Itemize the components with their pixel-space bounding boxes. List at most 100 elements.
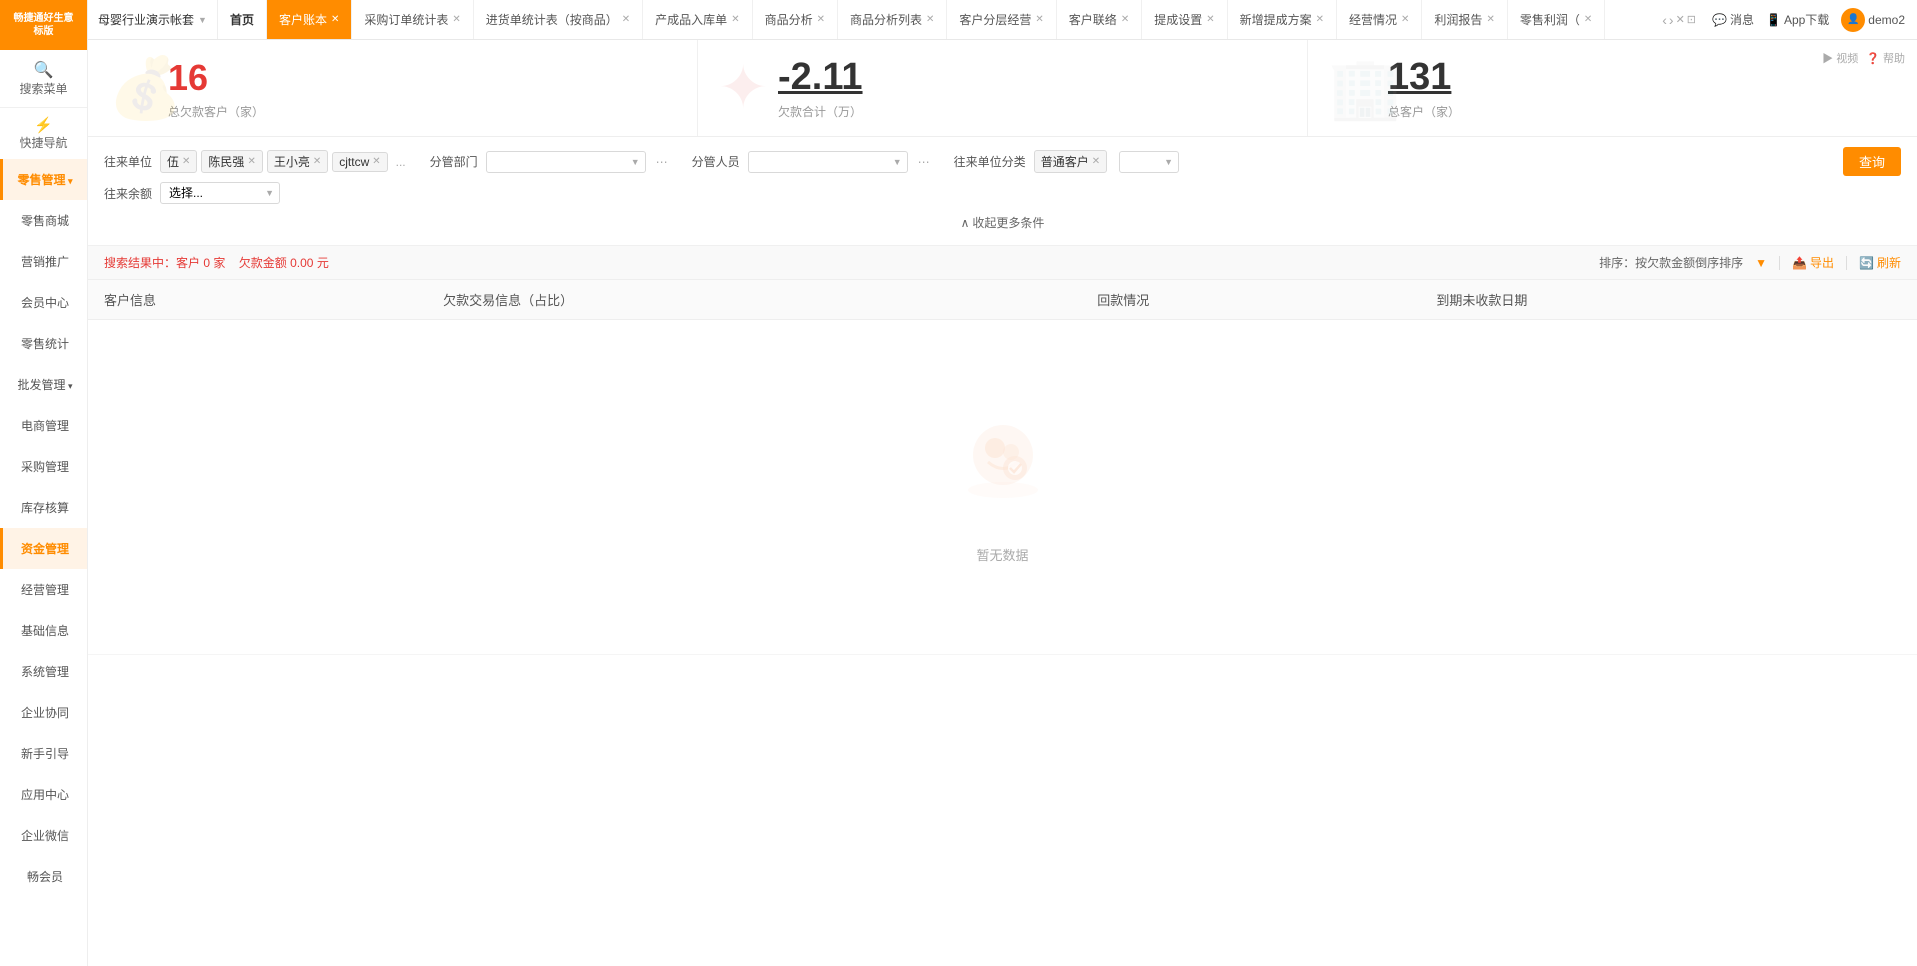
sidebar-item-retail-mgmt[interactable]: 零售管理 ▾ — [0, 159, 87, 200]
nav-tab-profit-report[interactable]: 利润报告✕ — [1422, 0, 1507, 39]
nav-tab-customer-tier[interactable]: 客户分层经营✕ — [947, 0, 1056, 39]
sidebar-item-wholesale-mgmt[interactable]: 批发管理 ▾ — [0, 364, 87, 405]
filter-label-unit-type: 往来单位分类 — [954, 153, 1026, 170]
sidebar-item-purchase-mgmt[interactable]: 采购管理 — [0, 446, 87, 487]
sidebar-item-member-center[interactable]: 会员中心 — [0, 282, 87, 323]
unit-type-tag-close[interactable]: ✕ — [1092, 156, 1100, 167]
result-actions: 排序：按欠款金额倒序排序 ▼ 📤 导出 🔄 刷新 — [1599, 254, 1901, 271]
app-download-btn[interactable]: 📱 App下载 — [1766, 11, 1829, 28]
nav-tab-retail-profit[interactable]: 零售利润（✕ — [1508, 0, 1605, 39]
sidebar-item-basic-info[interactable]: 基础信息 — [0, 610, 87, 651]
sidebar-item-member-vip[interactable]: 畅会员 — [0, 856, 87, 897]
nav-tab-close-customer-account[interactable]: ✕ — [331, 14, 339, 25]
filter-label-unit: 往来单位 — [104, 153, 152, 170]
nav-tab-close-profit-report[interactable]: ✕ — [1486, 14, 1494, 25]
nav-tab-close-product-analysis-list[interactable]: ✕ — [926, 14, 934, 25]
nav-tab-close-customer-contact[interactable]: ✕ — [1121, 14, 1129, 25]
nav-tab-close-product-in[interactable]: ✕ — [731, 14, 739, 25]
sidebar-item-retail-mall[interactable]: 零售商城 — [0, 200, 87, 241]
divider-1 — [1779, 256, 1780, 270]
nav-tab-close-purchase-order-summary[interactable]: ✕ — [452, 14, 460, 25]
help-doc-btn[interactable]: ❓ 帮助 — [1866, 50, 1905, 66]
app-download-label: App下载 — [1784, 11, 1829, 28]
person-select[interactable] — [748, 151, 908, 173]
nav-tab-home[interactable]: 首页 — [218, 0, 267, 39]
unit-type-select[interactable] — [1119, 151, 1179, 173]
message-icon: 💬 — [1712, 13, 1727, 27]
result-unit: 家 — [213, 256, 225, 270]
sidebar-item-app-center[interactable]: 应用中心 — [0, 774, 87, 815]
sidebar-item-enterprise-collab[interactable]: 企业协同 — [0, 692, 87, 733]
unit-tag-label: cjttcw — [339, 155, 369, 169]
filter-more-btn[interactable]: ... — [396, 155, 406, 169]
dept-select[interactable] — [486, 151, 646, 173]
workspace-chevron: ▼ — [198, 15, 207, 25]
sidebar-item-marketing[interactable]: 营销推广 — [0, 241, 87, 282]
sidebar-item-business-mgmt[interactable]: 经营管理 — [0, 569, 87, 610]
query-button[interactable]: 查询 — [1843, 147, 1901, 176]
help-icon: ❓ — [1866, 53, 1880, 65]
nav-tab-close-business-status[interactable]: ✕ — [1401, 14, 1409, 25]
person-expand-icon[interactable]: ⋯ — [918, 155, 930, 169]
sidebar-quick-nav[interactable]: ⚡ 快捷导航 — [0, 108, 87, 159]
unit-tag-close[interactable]: ✕ — [372, 156, 380, 167]
nav-tab-close-retail-profit[interactable]: ✕ — [1584, 14, 1592, 25]
nav-tab-customer-account[interactable]: 客户账本✕ — [267, 0, 352, 39]
sidebar-item-system-mgmt[interactable]: 系统管理 — [0, 651, 87, 692]
user-profile[interactable]: 👤 demo2 — [1841, 8, 1905, 32]
empty-state: 暂无数据 — [104, 330, 1901, 644]
sidebar-item-capital-mgmt[interactable]: 资金管理 — [0, 528, 87, 569]
nav-tab-customer-contact[interactable]: 客户联络✕ — [1057, 0, 1142, 39]
result-info: 搜索结果中：客户 0 家 欠款金额 0.00 元 排序：按欠款金额倒序排序 ▼ … — [88, 246, 1917, 280]
nav-tab-business-status[interactable]: 经营情况✕ — [1337, 0, 1422, 39]
collapse-btn[interactable]: ∧ 收起更多条件 — [961, 214, 1045, 231]
unit-tag-close[interactable]: ✕ — [313, 156, 321, 167]
sidebar-item-inventory-check[interactable]: 库存核算 — [0, 487, 87, 528]
nav-tab-promotion-settings[interactable]: 提成设置✕ — [1142, 0, 1227, 39]
stat-bg-icon-2: ✦ — [718, 53, 768, 123]
nav-tab-close-new-promotion-plan[interactable]: ✕ — [1316, 14, 1324, 25]
sort-chevron[interactable]: ▼ — [1755, 256, 1767, 270]
result-text: 搜索结果中：客户 0 家 欠款金额 0.00 元 — [104, 254, 329, 271]
nav-tab-close-product-analysis[interactable]: ✕ — [817, 14, 825, 25]
help-video-btn[interactable]: ▶ 视频 — [1822, 50, 1858, 66]
refresh-btn[interactable]: 🔄 刷新 — [1859, 254, 1901, 271]
dept-expand-icon[interactable]: ⋯ — [656, 155, 668, 169]
unit-type-tag: 普通客户 ✕ — [1034, 150, 1107, 173]
nav-tab-purchase-order-summary[interactable]: 采购订单统计表✕ — [352, 0, 473, 39]
app-logo[interactable]: 畅捷通好生意 标版 — [0, 0, 87, 50]
nav-tab-stock-in-summary[interactable]: 进货单统计表（按商品）✕ — [474, 0, 643, 39]
sidebar-search[interactable]: 🔍 搜索菜单 — [0, 50, 87, 108]
export-btn[interactable]: 📤 导出 — [1792, 254, 1834, 271]
result-debt-amount: 0.00 — [290, 256, 313, 270]
table-header-repayment: 回款情况 — [1081, 280, 1420, 320]
unit-tag-close[interactable]: ✕ — [247, 156, 255, 167]
filter-row-2: 往来余额 选择... — [104, 182, 1901, 204]
nav-tab-product-analysis[interactable]: 商品分析✕ — [753, 0, 838, 39]
nav-close-all[interactable]: ✕ — [1676, 13, 1685, 26]
balance-select[interactable]: 选择... — [160, 182, 280, 204]
nav-tab-close-customer-tier[interactable]: ✕ — [1035, 14, 1043, 25]
filter-row-1: 往来单位 伍 ✕陈民强 ✕王小亮 ✕cjttcw ✕ ... 分管部门 ⋯ 分管… — [104, 147, 1901, 176]
top-bar: 母婴行业演示帐套 ▼ 首页客户账本✕采购订单统计表✕进货单统计表（按商品）✕产成… — [88, 0, 1917, 40]
workspace-selector[interactable]: 母婴行业演示帐套 ▼ — [88, 0, 218, 39]
unit-tag-close[interactable]: ✕ — [182, 156, 190, 167]
filter-area: 往来单位 伍 ✕陈民强 ✕王小亮 ✕cjttcw ✕ ... 分管部门 ⋯ 分管… — [88, 137, 1917, 246]
stat-info-2: -2.11 欠款合计（万） — [778, 56, 863, 120]
app-download-icon: 📱 — [1766, 13, 1781, 27]
sidebar-item-ecommerce-mgmt[interactable]: 电商管理 — [0, 405, 87, 446]
sort-label: 排序：按欠款金额倒序排序 — [1599, 254, 1743, 271]
sidebar-item-new-guide[interactable]: 新手引导 — [0, 733, 87, 774]
sidebar-item-enterprise-wechat[interactable]: 企业微信 — [0, 815, 87, 856]
nav-tab-close-promotion-settings[interactable]: ✕ — [1206, 14, 1214, 25]
nav-next-arrow[interactable]: › — [1669, 12, 1674, 28]
nav-tab-product-analysis-list[interactable]: 商品分析列表✕ — [838, 0, 947, 39]
nav-expand[interactable]: ⊡ — [1687, 13, 1696, 26]
nav-tab-close-stock-in-summary[interactable]: ✕ — [622, 14, 630, 25]
nav-tab-new-promotion-plan[interactable]: 新增提成方案✕ — [1228, 0, 1337, 39]
nav-prev-arrow[interactable]: ‹ — [1662, 12, 1667, 28]
top-bar-right: 💬 消息 📱 App下载 👤 demo2 — [1700, 8, 1917, 32]
message-btn[interactable]: 💬 消息 — [1712, 11, 1754, 28]
nav-tab-product-in[interactable]: 产成品入库单✕ — [643, 0, 752, 39]
sidebar-item-retail-stats[interactable]: 零售统计 — [0, 323, 87, 364]
